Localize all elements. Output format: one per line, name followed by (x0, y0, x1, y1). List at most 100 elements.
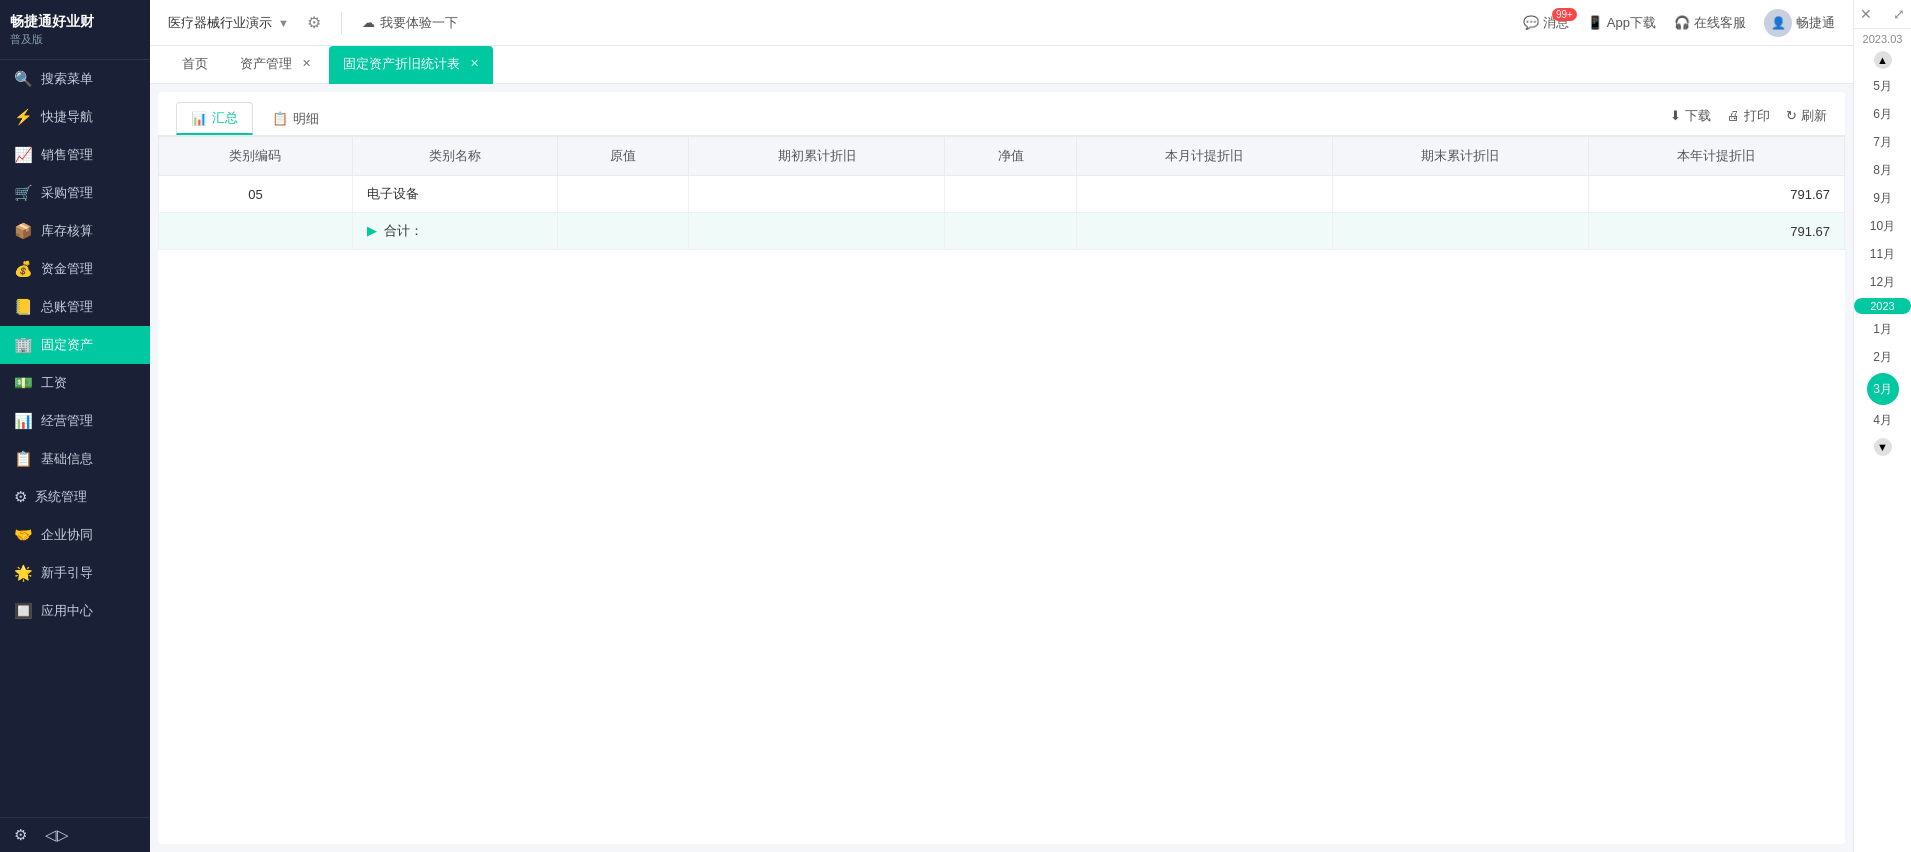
experience-button[interactable]: ☁ 我要体验一下 (362, 14, 458, 32)
table-row: 05 电子设备 791.67 (159, 176, 1845, 213)
tab-home[interactable]: 首页 (168, 46, 222, 84)
business_mgmt-icon: 📊 (14, 412, 33, 430)
sidebar-item-finance[interactable]: 💰资金管理 (0, 250, 150, 288)
date-month-1月[interactable]: 1月 (1860, 316, 1905, 343)
row-opening-accum (689, 176, 945, 213)
date-month-4月[interactable]: 4月 (1860, 407, 1905, 434)
company-selector[interactable]: 医疗器械行业演示 ▼ (168, 14, 289, 32)
settings-icon[interactable]: ⚙ (14, 826, 27, 844)
sidebar-item-newcomer_guide[interactable]: 🌟新手引导 (0, 554, 150, 592)
sales-icon: 📈 (14, 146, 33, 164)
settings-icon[interactable]: ⚙ (307, 13, 321, 32)
date-scroll[interactable]: ▲ 5月6月7月8月9月10月11月12月 2023 1月2月3月4月 ▼ (1854, 47, 1911, 852)
expand-icon: ▶ (367, 223, 377, 238)
collapse-icon[interactable]: ◁▷ (45, 826, 69, 844)
app-title: 畅捷通好业财 (10, 12, 94, 30)
subtab-detail[interactable]: 📋 明细 (257, 103, 334, 135)
expand-icon[interactable]: ⤢ (1893, 6, 1905, 22)
date-month[interactable]: 5月 (1860, 73, 1905, 100)
date-month[interactable]: 6月 (1860, 101, 1905, 128)
tab-fixed_asset_depreciation[interactable]: 固定资产折旧统计表✕ (329, 46, 493, 84)
sidebar-label-basic_info: 基础信息 (41, 450, 93, 468)
online-service-button[interactable]: 🎧 在线客服 (1674, 14, 1746, 32)
print-label: 打印 (1744, 107, 1770, 125)
refresh-button[interactable]: ↻ 刷新 (1786, 107, 1827, 125)
user-menu[interactable]: 👤 畅捷通 (1764, 9, 1835, 37)
sidebar-label-fixed_assets: 固定资产 (41, 336, 93, 354)
newcomer_guide-icon: 🌟 (14, 564, 33, 582)
finance-icon: 💰 (14, 260, 33, 278)
row-original (557, 176, 689, 213)
date-month[interactable]: 8月 (1860, 157, 1905, 184)
app-download-button[interactable]: 📱 App下载 (1587, 14, 1656, 32)
summary-net-value (945, 213, 1077, 250)
date-panel-label: 2023.03 (1859, 29, 1907, 47)
sidebar-label-app_center: 应用中心 (41, 602, 93, 620)
table-header-row: 类别编码 类别名称 原值 期初累计折旧 净值 本月计提折旧 期末累计折旧 本年计… (159, 137, 1845, 176)
row-name: 电子设备 (352, 176, 557, 213)
chevron-down-icon: ▼ (278, 17, 289, 29)
download-button[interactable]: ⬇ 下载 (1670, 107, 1711, 125)
search-icon: 🔍 (14, 70, 33, 88)
summary-closing-accum (1332, 213, 1588, 250)
row-net-value (945, 176, 1077, 213)
col-closing-accum: 期末累计折旧 (1332, 137, 1588, 176)
row-closing-accum (1332, 176, 1588, 213)
summary-empty (159, 213, 353, 250)
tab-asset_mgmt[interactable]: 资产管理✕ (226, 46, 325, 84)
sidebar-item-fixed_assets[interactable]: 🏢固定资产 (0, 326, 150, 364)
date-month[interactable]: 9月 (1860, 185, 1905, 212)
date-panel-header: ✕ ⤢ (1854, 0, 1911, 29)
sidebar-item-quick_nav[interactable]: ⚡快捷导航 (0, 98, 150, 136)
subtab-summary[interactable]: 📊 汇总 (176, 102, 253, 135)
tab-close-fixed_asset_depreciation[interactable]: ✕ (470, 57, 479, 70)
date-month[interactable]: 11月 (1860, 241, 1905, 268)
divider (341, 12, 342, 34)
date-scroll-down[interactable]: ▼ (1874, 438, 1892, 456)
print-button[interactable]: 🖨 打印 (1727, 107, 1770, 125)
message-button[interactable]: 💬 消息 99+ (1523, 14, 1569, 32)
date-month-3月[interactable]: 3月 (1867, 373, 1899, 405)
sidebar-label-purchase: 采购管理 (41, 184, 93, 202)
subtab-detail-label: 明细 (293, 110, 319, 128)
close-icon[interactable]: ✕ (1860, 6, 1872, 22)
date-month-2月[interactable]: 2月 (1860, 344, 1905, 371)
date-scroll-up[interactable]: ▲ (1874, 51, 1892, 69)
date-month[interactable]: 12月 (1860, 269, 1905, 296)
sidebar-item-enterprise_collab[interactable]: 🤝企业协同 (0, 516, 150, 554)
tab-close-asset_mgmt[interactable]: ✕ (302, 57, 311, 70)
download-label: 下载 (1685, 107, 1711, 125)
sidebar-label-system_mgmt: 系统管理 (35, 488, 87, 506)
sidebar-label-payroll: 工资 (41, 374, 67, 392)
sidebar-item-purchase[interactable]: 🛒采购管理 (0, 174, 150, 212)
content-area: 📊 汇总 📋 明细 ⬇ 下载 🖨 打印 ↻ 刷新 (158, 92, 1845, 844)
sidebar-item-ledger[interactable]: 📒总账管理 (0, 288, 150, 326)
sidebar-label-business_mgmt: 经营管理 (41, 412, 93, 430)
sidebar-menu: 🔍搜索菜单⚡快捷导航📈销售管理🛒采购管理📦库存核算💰资金管理📒总账管理🏢固定资产… (0, 60, 150, 817)
list-icon: 📋 (272, 111, 288, 126)
sidebar-label-quick_nav: 快捷导航 (41, 108, 93, 126)
sidebar-footer: ⚙ ◁▷ (0, 817, 150, 852)
sidebar-item-search[interactable]: 🔍搜索菜单 (0, 60, 150, 98)
summary-original (557, 213, 689, 250)
inventory-icon: 📦 (14, 222, 33, 240)
app_center-icon: 🔲 (14, 602, 33, 620)
tab-label-home: 首页 (182, 55, 208, 73)
col-original: 原值 (557, 137, 689, 176)
sidebar-item-system_mgmt[interactable]: ⚙系统管理 (0, 478, 150, 516)
sidebar-item-payroll[interactable]: 💵工资 (0, 364, 150, 402)
sidebar-item-inventory[interactable]: 📦库存核算 (0, 212, 150, 250)
tabbar: 首页资产管理✕固定资产折旧统计表✕ (150, 46, 1853, 84)
depreciation-table: 类别编码 类别名称 原值 期初累计折旧 净值 本月计提折旧 期末累计折旧 本年计… (158, 136, 1845, 250)
date-year-2023: 2023 (1854, 298, 1911, 314)
row-yearly-depr: 791.67 (1588, 176, 1844, 213)
date-month[interactable]: 10月 (1860, 213, 1905, 240)
sidebar-item-business_mgmt[interactable]: 📊 经营管理 (0, 402, 150, 440)
ledger-icon: 📒 (14, 298, 33, 316)
sidebar-item-app_center[interactable]: 🔲 应用中心 (0, 592, 150, 630)
col-name: 类别名称 (352, 137, 557, 176)
date-month[interactable]: 7月 (1860, 129, 1905, 156)
sidebar-item-basic_info[interactable]: 📋基础信息 (0, 440, 150, 478)
sidebar-item-sales[interactable]: 📈销售管理 (0, 136, 150, 174)
row-code: 05 (159, 176, 353, 213)
